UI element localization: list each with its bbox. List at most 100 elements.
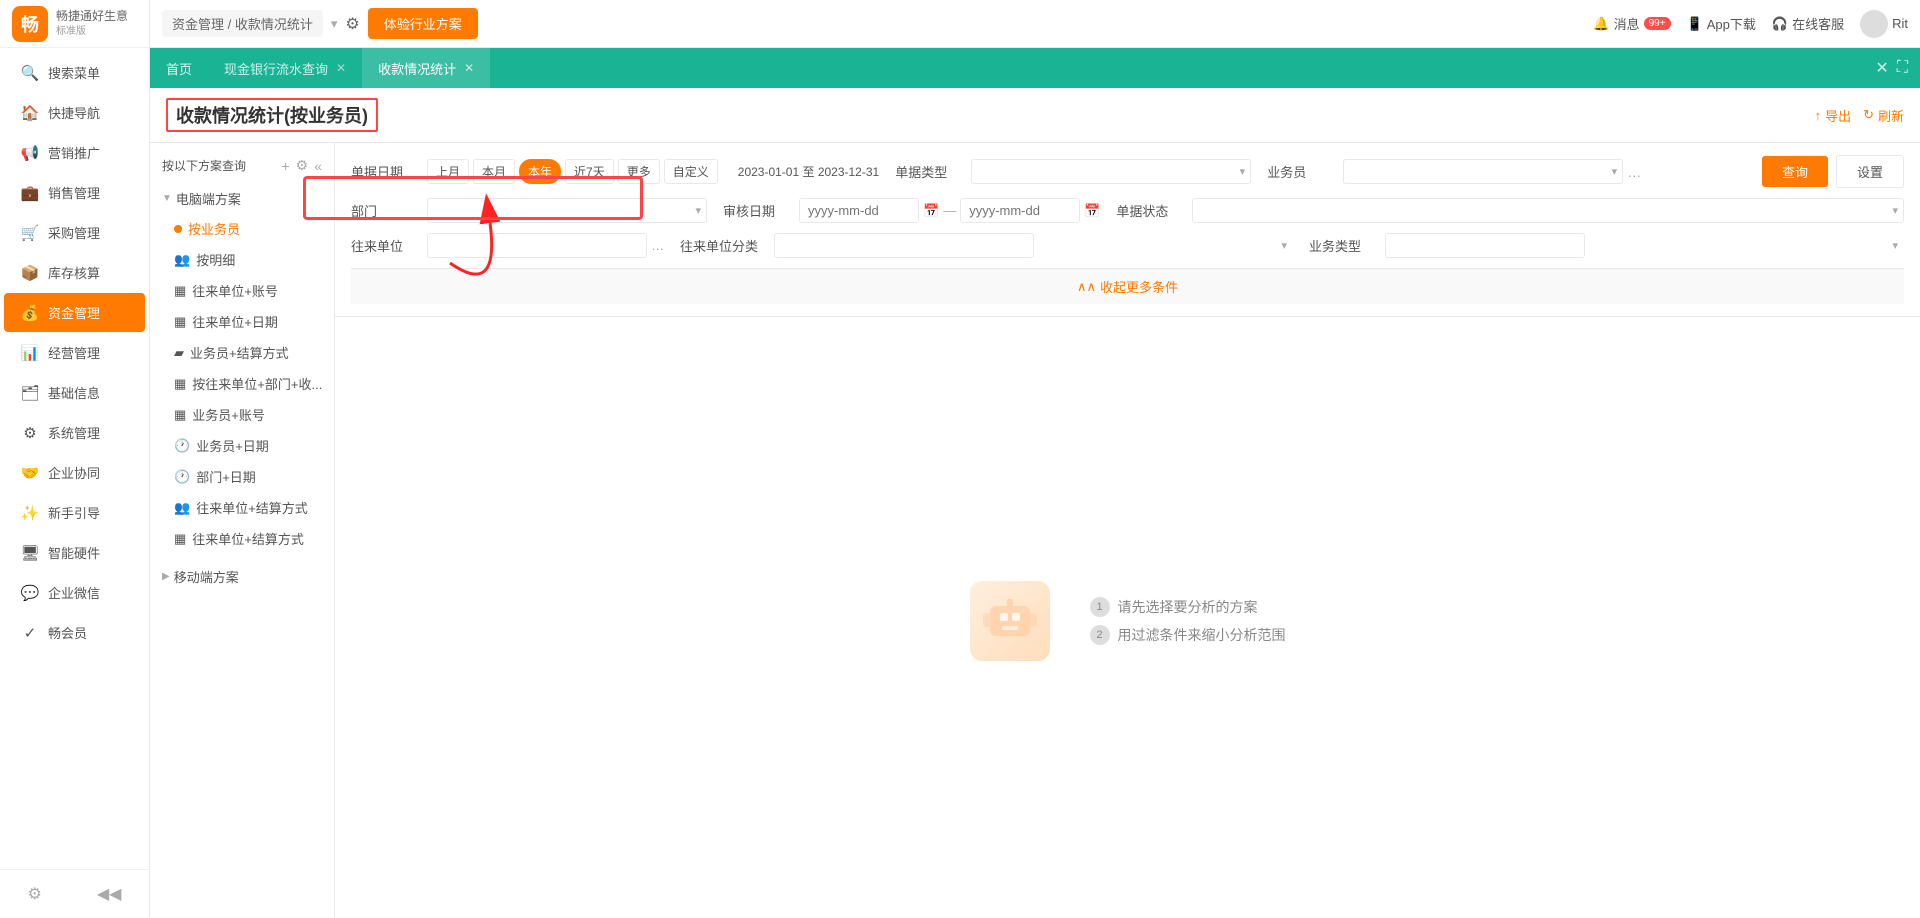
people2-icon: 👥 — [174, 500, 190, 516]
sales-icon: 💼 — [20, 184, 40, 202]
tree-mobile-parent[interactable]: ▶ 移动端方案 — [150, 562, 334, 591]
doc-type-select[interactable] — [971, 159, 1251, 184]
refresh-icon: ↻ — [1863, 107, 1874, 123]
partner-more-icon[interactable]: … — [651, 238, 664, 253]
date-label: 单据日期 — [351, 162, 411, 181]
salesperson-wrapper: … — [1343, 159, 1641, 184]
username: Rit — [1892, 16, 1908, 31]
tree-item-by-salesperson[interactable]: 按业务员 — [150, 213, 334, 244]
tree-item-unit-account[interactable]: ▦ 往来单位+账号 — [150, 275, 334, 306]
funds-icon: 💰 — [20, 304, 40, 322]
tree-item-unit-settlement2[interactable]: ▦ 往来单位+结算方式 — [150, 523, 334, 554]
tab-receipt[interactable]: 收款情况统计 ✕ — [362, 48, 490, 88]
tab-bank[interactable]: 现金银行流水查询 ✕ — [208, 48, 362, 88]
tree-item-unit-settlement1[interactable]: 👥 往来单位+结算方式 — [150, 492, 334, 523]
salesperson-select[interactable] — [1343, 159, 1623, 184]
page-header-actions: ↑ 导出 ↻ 刷新 — [1815, 106, 1904, 125]
topbar-right: 🔔 消息 99+ 📱 App下载 🎧 在线客服 Rit — [1593, 10, 1908, 38]
tab-bank-close-icon[interactable]: ✕ — [336, 61, 346, 75]
sidebar-item-purchase[interactable]: 🛒 采购管理 — [4, 213, 145, 252]
panel-settings-icon[interactable]: ⚙ — [296, 157, 309, 174]
guide-icon: ✨ — [20, 504, 40, 522]
sidebar-item-inventory[interactable]: 📦 库存核算 — [4, 253, 145, 292]
tree-item-dept-date[interactable]: 🕐 部门+日期 — [150, 461, 334, 492]
app-download-item[interactable]: 📱 App下载 — [1687, 14, 1756, 33]
settings-btn[interactable]: 设置 — [1836, 155, 1904, 188]
people-icon: 👥 — [174, 252, 190, 268]
tree-item-salesperson-date[interactable]: 🕐 业务员+日期 — [150, 430, 334, 461]
enterprise-icon: 🤝 — [20, 464, 40, 482]
sidebar-item-operations[interactable]: 📊 经营管理 — [4, 333, 145, 372]
sidebar-item-hardware[interactable]: 🖥 智能硬件 — [4, 533, 145, 572]
doc-status-select[interactable] — [1192, 198, 1904, 223]
member-icon: ✓ — [20, 624, 40, 642]
date-btn-custom[interactable]: 自定义 — [664, 159, 718, 184]
review-date-end[interactable] — [960, 198, 1080, 223]
review-date-label: 审核日期 — [723, 201, 783, 220]
sidebar-item-guide[interactable]: ✨ 新手引导 — [4, 493, 145, 532]
date-btn-last-month[interactable]: 上月 — [427, 159, 469, 184]
sidebar-item-funds[interactable]: 💰 资金管理 — [4, 293, 145, 332]
export-icon: ↑ — [1815, 108, 1822, 123]
date-btn-more[interactable]: 更多 — [618, 159, 660, 184]
date-btn-last7[interactable]: 近7天 — [565, 159, 614, 184]
sidebar-settings-btn[interactable]: ⚙ — [22, 878, 48, 910]
breadcrumb-dropdown-icon[interactable]: ▾ — [331, 16, 338, 32]
calendar-end-icon[interactable]: 📅 — [1084, 203, 1100, 219]
date-range-display: 2023-01-01 至 2023-12-31 — [738, 163, 879, 180]
sidebar-collapse-btn[interactable]: ◀◀ — [91, 878, 128, 910]
panel-collapse-icon[interactable]: « — [314, 158, 322, 174]
partner-type-select[interactable] — [774, 233, 1034, 258]
right-panel: 单据日期 上月 本月 本年 近7天 更多 自定义 2023-01-01 至 20… — [335, 143, 1920, 918]
collapse-bar[interactable]: ∧∧ 收起更多条件 — [351, 268, 1904, 304]
sidebar-item-system[interactable]: ⚙ 系统管理 — [4, 413, 145, 452]
collapse-icon: ∧∧ — [1077, 279, 1096, 295]
panel-header: 按以下方案查询 + ⚙ « — [150, 151, 334, 180]
calendar-start-icon[interactable]: 📅 — [923, 203, 939, 219]
query-btn[interactable]: 查询 — [1762, 156, 1828, 187]
export-btn[interactable]: ↑ 导出 — [1815, 106, 1852, 125]
tabs-actions: ✕ ⛶ — [1875, 58, 1920, 78]
refresh-btn[interactable]: ↻ 刷新 — [1863, 106, 1904, 125]
tree-item-by-detail[interactable]: 👥 按明细 — [150, 244, 334, 275]
bar-icon: ▰ — [174, 345, 184, 361]
tree-desktop-parent[interactable]: ▼ 电脑端方案 — [150, 184, 334, 213]
sidebar-item-wechat[interactable]: 💬 企业微信 — [4, 573, 145, 612]
tree-item-unit-dept-receipt[interactable]: ▦ 按往来单位+部门+收... — [150, 368, 334, 399]
salesperson-more-icon[interactable]: … — [1627, 164, 1641, 180]
dept-select[interactable] — [427, 198, 707, 223]
content-area: 按以下方案查询 + ⚙ « ▼ 电脑端方案 按业务员 👥 — [150, 143, 1920, 918]
topbar-settings-icon[interactable]: ⚙ — [345, 14, 359, 34]
doc-status-select-wrapper — [1192, 198, 1904, 223]
sidebar-item-basic[interactable]: 🗂 基础信息 — [4, 373, 145, 412]
doc-type-label: 单据类型 — [895, 162, 955, 181]
online-service-item[interactable]: 🎧 在线客服 — [1772, 14, 1844, 33]
partner-input[interactable] — [427, 233, 647, 258]
business-type-select[interactable] — [1385, 233, 1585, 258]
sidebar-item-enterprise[interactable]: 🤝 企业协同 — [4, 453, 145, 492]
notification-item[interactable]: 🔔 消息 99+ — [1593, 14, 1670, 33]
tab-close-all-icon[interactable]: ✕ — [1875, 58, 1888, 78]
tree-item-salesperson-settlement[interactable]: ▰ 业务员+结算方式 — [150, 337, 334, 368]
dept-select-wrapper — [427, 198, 707, 223]
tree-item-salesperson-account[interactable]: ▦ 业务员+账号 — [150, 399, 334, 430]
review-date-start[interactable] — [799, 198, 919, 223]
date-btn-this-year[interactable]: 本年 — [519, 159, 561, 184]
sidebar-item-quicknav[interactable]: 🏠 快捷导航 — [4, 93, 145, 132]
tab-expand-icon[interactable]: ⛶ — [1897, 59, 1908, 77]
sidebar-item-sales[interactable]: 💼 销售管理 — [4, 173, 145, 212]
doc-type-select-wrapper — [971, 159, 1251, 184]
tree-item-unit-date[interactable]: ▦ 往来单位+日期 — [150, 306, 334, 337]
empty-step-2: 2 用过滤条件来缩小分析范围 — [1090, 625, 1286, 645]
trial-btn[interactable]: 体验行业方案 — [368, 8, 478, 39]
date-btn-this-month[interactable]: 本月 — [473, 159, 515, 184]
tab-receipt-close-icon[interactable]: ✕ — [464, 61, 474, 75]
tab-home[interactable]: 首页 — [150, 48, 208, 88]
sidebar-item-marketing[interactable]: 📢 营销推广 — [4, 133, 145, 172]
business-type-label: 业务类型 — [1309, 236, 1369, 255]
sidebar-item-search[interactable]: 🔍 搜索菜单 — [4, 53, 145, 92]
user-item[interactable]: Rit — [1860, 10, 1908, 38]
empty-robot-icon — [970, 581, 1050, 661]
panel-add-icon[interactable]: + — [281, 158, 289, 174]
sidebar-item-member[interactable]: ✓ 畅会员 — [4, 613, 145, 652]
